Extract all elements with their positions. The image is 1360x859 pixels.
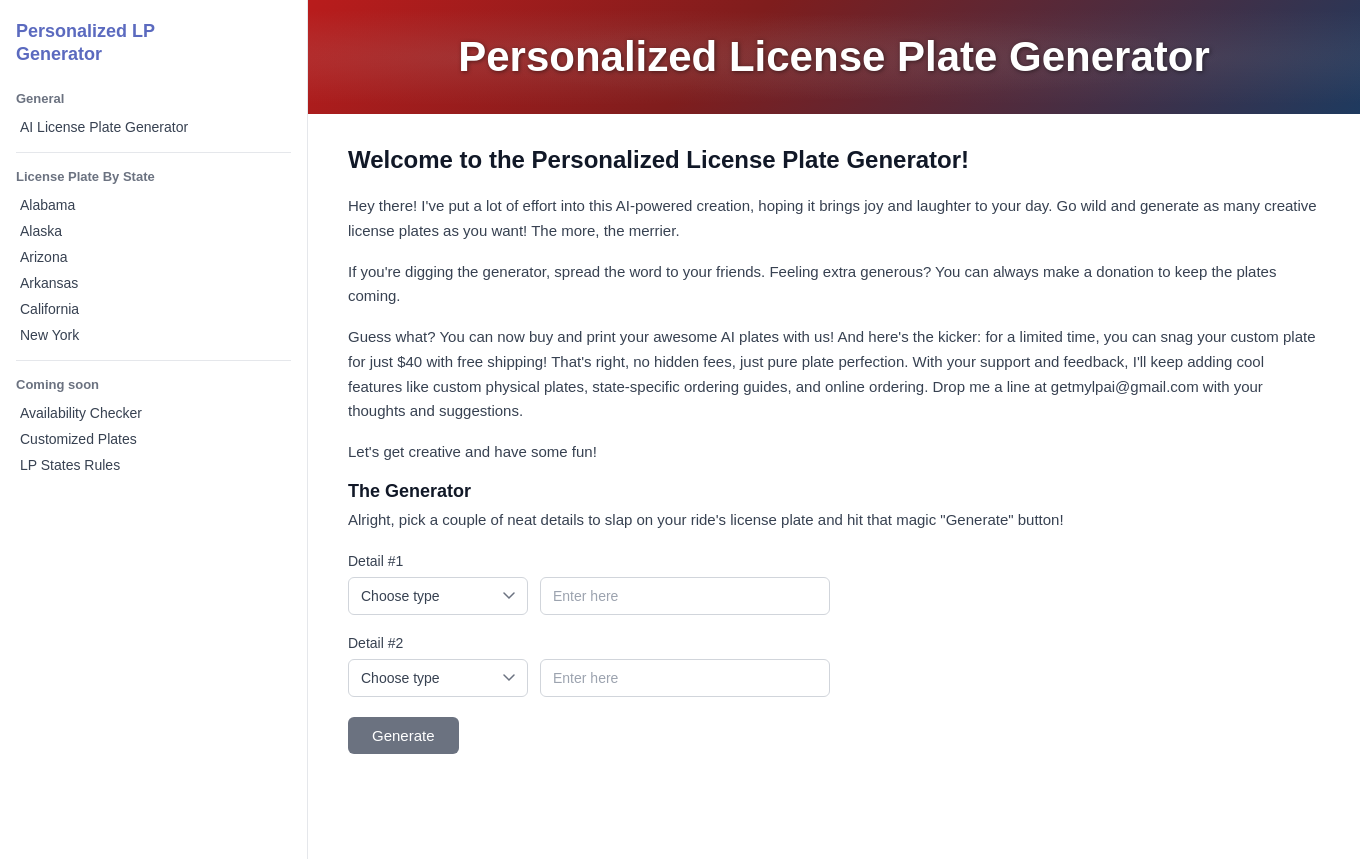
detail1-row: Choose type: [348, 577, 1320, 615]
sidebar-section-general: General: [16, 91, 291, 106]
page-heading: Welcome to the Personalized License Plat…: [348, 146, 1320, 174]
generate-button[interactable]: Generate: [348, 717, 459, 754]
sidebar-logo[interactable]: Personalized LP Generator: [16, 20, 291, 67]
sidebar-item-ai-generator[interactable]: AI License Plate Generator: [16, 114, 291, 140]
intro-para-4: Let's get creative and have some fun!: [348, 440, 1320, 465]
sidebar-section-by-state: License Plate By State: [16, 169, 291, 184]
detail2-text-input[interactable]: [540, 659, 830, 697]
sidebar-divider-2: [16, 360, 291, 361]
detail1-text-input[interactable]: [540, 577, 830, 615]
generator-desc: Alright, pick a couple of neat details t…: [348, 508, 1320, 533]
sidebar-item-alabama[interactable]: Alabama: [16, 192, 291, 218]
sidebar-item-california[interactable]: California: [16, 296, 291, 322]
sidebar-item-new-york[interactable]: New York: [16, 322, 291, 348]
sidebar-divider-1: [16, 152, 291, 153]
intro-para-2: If you're digging the generator, spread …: [348, 260, 1320, 310]
detail2-label: Detail #2: [348, 635, 1320, 651]
hero-title: Personalized License Plate Generator: [458, 33, 1210, 81]
generator-heading: The Generator: [348, 481, 1320, 502]
sidebar-section-coming-soon: Coming soon: [16, 377, 291, 392]
sidebar-item-customized-plates[interactable]: Customized Plates: [16, 426, 291, 452]
content-area: Welcome to the Personalized License Plat…: [308, 114, 1360, 859]
detail1-type-select[interactable]: Choose type: [348, 577, 528, 615]
sidebar: Personalized LP Generator General AI Lic…: [0, 0, 308, 859]
intro-para-3: Guess what? You can now buy and print yo…: [348, 325, 1320, 424]
sidebar-item-arizona[interactable]: Arizona: [16, 244, 291, 270]
sidebar-item-arkansas[interactable]: Arkansas: [16, 270, 291, 296]
main-area: Personalized License Plate Generator Wel…: [308, 0, 1360, 859]
detail2-type-select[interactable]: Choose type: [348, 659, 528, 697]
sidebar-item-lp-states-rules[interactable]: LP States Rules: [16, 452, 291, 478]
detail2-row: Choose type: [348, 659, 1320, 697]
sidebar-item-alaska[interactable]: Alaska: [16, 218, 291, 244]
detail1-label: Detail #1: [348, 553, 1320, 569]
hero-banner: Personalized License Plate Generator: [308, 0, 1360, 114]
intro-para-1: Hey there! I've put a lot of effort into…: [348, 194, 1320, 244]
sidebar-item-availability-checker[interactable]: Availability Checker: [16, 400, 291, 426]
